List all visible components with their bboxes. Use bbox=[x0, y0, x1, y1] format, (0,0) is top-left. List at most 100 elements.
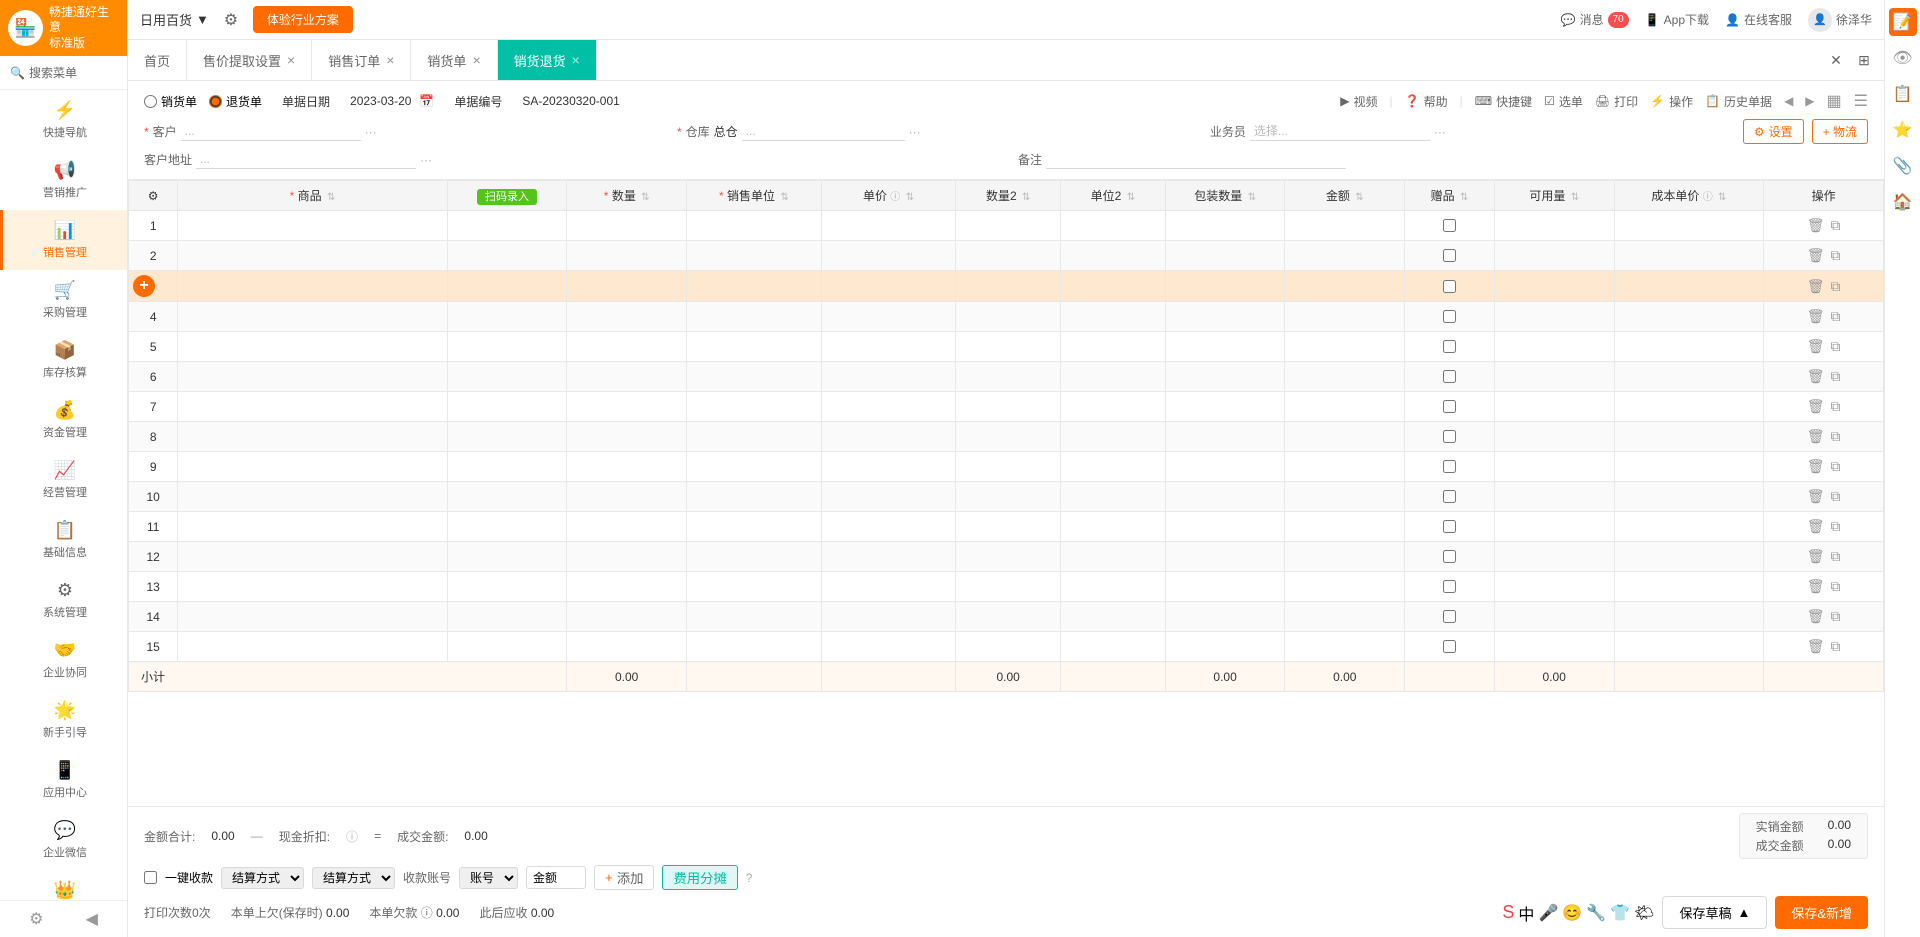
delete-icon[interactable]: 🗑 bbox=[1807, 278, 1825, 295]
experience-btn[interactable]: 体验行业方案 bbox=[253, 6, 353, 33]
tab-sales-delivery[interactable]: 销货单 × bbox=[411, 40, 497, 80]
right-sidebar-btn-6[interactable]: 🏠 bbox=[1889, 188, 1917, 216]
right-sidebar-btn-1[interactable]: 📝 bbox=[1889, 8, 1917, 36]
toolbar-help[interactable]: ❓ 帮助 bbox=[1405, 93, 1448, 110]
topbar-settings-btn[interactable]: ⚙ bbox=[217, 6, 245, 34]
tab-close-sales-delivery[interactable]: × bbox=[472, 52, 480, 68]
delete-icon[interactable]: 🗑 bbox=[1807, 398, 1825, 415]
gift-checkbox[interactable] bbox=[1443, 520, 1456, 533]
delete-icon[interactable]: 🗑 bbox=[1807, 578, 1825, 595]
sidebar-search[interactable]: 🔍 搜索菜单 bbox=[0, 56, 127, 90]
product-input-row3[interactable] bbox=[184, 279, 440, 293]
gift-checkbox[interactable] bbox=[1443, 550, 1456, 563]
tab-sales-order[interactable]: 销售订单 × bbox=[312, 40, 411, 80]
collapse-btn[interactable]: ◀ bbox=[86, 909, 98, 929]
right-sidebar-btn-5[interactable]: 📎 bbox=[1889, 152, 1917, 180]
gift-checkbox[interactable] bbox=[1443, 610, 1456, 623]
sidebar-item-sales[interactable]: 📊 销售管理 bbox=[0, 210, 127, 270]
fee-help[interactable]: ? bbox=[746, 871, 753, 885]
copy-icon[interactable]: ⧉ bbox=[1830, 488, 1840, 505]
tab-close-sale-price[interactable]: × bbox=[287, 52, 295, 68]
sort-gift[interactable]: ⇅ bbox=[1460, 192, 1468, 203]
logistics-btn[interactable]: + 物流 bbox=[1812, 119, 1868, 144]
toolbar-print[interactable]: 🖨 打印 bbox=[1595, 93, 1638, 110]
nav-select[interactable]: 日用百货 ▼ bbox=[140, 10, 209, 29]
settings-btn[interactable]: ⚙ 设置 bbox=[1743, 119, 1804, 144]
gift-checkbox[interactable] bbox=[1443, 400, 1456, 413]
toolbar-select[interactable]: ☑ 选单 bbox=[1544, 93, 1583, 110]
delete-icon[interactable]: 🗑 bbox=[1807, 247, 1825, 264]
tab-home[interactable]: 首页 bbox=[128, 40, 187, 80]
delete-icon[interactable]: 🗑 bbox=[1807, 458, 1825, 475]
delete-icon[interactable]: 🗑 bbox=[1807, 518, 1825, 535]
gift-checkbox[interactable] bbox=[1443, 310, 1456, 323]
one-click-payment-checkbox[interactable] bbox=[144, 871, 157, 884]
sidebar-item-wechat[interactable]: 💬 企业微信 bbox=[0, 810, 127, 870]
sort-qty2[interactable]: ⇅ bbox=[1022, 192, 1030, 203]
copy-icon[interactable]: ⧉ bbox=[1830, 458, 1840, 475]
discount-help[interactable]: ⓘ bbox=[346, 828, 358, 845]
staff-input[interactable] bbox=[1250, 122, 1430, 141]
list-view-btn[interactable]: ☰ bbox=[1854, 91, 1868, 111]
sidebar-item-inventory[interactable]: 📦 库存核算 bbox=[0, 330, 127, 390]
calendar-icon[interactable]: 📅 bbox=[419, 94, 434, 108]
account-type-select[interactable]: 结算方式 bbox=[312, 867, 395, 889]
radio-sale-delivery[interactable]: 销货单 bbox=[144, 93, 197, 110]
add-row-btn[interactable]: + bbox=[133, 275, 155, 297]
delete-icon[interactable]: 🗑 bbox=[1807, 488, 1825, 505]
grid-view-btn[interactable]: ▦ bbox=[1827, 91, 1842, 111]
sort-cost[interactable]: ⇅ bbox=[1718, 192, 1726, 203]
amount-field[interactable]: 金额 bbox=[526, 866, 586, 889]
toolbar-video[interactable]: ▶ 视频 bbox=[1340, 93, 1377, 110]
delete-icon[interactable]: 🗑 bbox=[1807, 217, 1825, 234]
tab-sales-return[interactable]: 销货退货 × bbox=[498, 40, 597, 80]
copy-icon[interactable]: ⧉ bbox=[1830, 368, 1840, 385]
settings-bottom-btn[interactable]: ⚙ bbox=[29, 909, 43, 929]
copy-icon[interactable]: ⧉ bbox=[1830, 428, 1840, 445]
sort-qty[interactable]: ⇅ bbox=[641, 192, 649, 203]
delete-icon[interactable]: 🗑 bbox=[1807, 638, 1825, 655]
sidebar-item-operations[interactable]: 📈 经营管理 bbox=[0, 450, 127, 510]
fee-split-btn[interactable]: 费用分摊 bbox=[662, 865, 737, 890]
sidebar-item-shortcut[interactable]: ⚡ 快捷导航 bbox=[0, 90, 127, 150]
gift-checkbox[interactable] bbox=[1443, 490, 1456, 503]
warehouse-input[interactable] bbox=[742, 122, 905, 141]
sort-price[interactable]: ⇅ bbox=[906, 192, 914, 203]
right-sidebar-btn-3[interactable]: 📋 bbox=[1889, 80, 1917, 108]
sidebar-item-basic[interactable]: 📋 基础信息 bbox=[0, 510, 127, 570]
delete-icon[interactable]: 🗑 bbox=[1807, 428, 1825, 445]
delete-icon[interactable]: 🗑 bbox=[1807, 308, 1825, 325]
gift-checkbox[interactable] bbox=[1443, 280, 1456, 293]
payment-method-select[interactable]: 结算方式 bbox=[221, 867, 304, 889]
account-select[interactable]: 账号 bbox=[459, 867, 518, 889]
warehouse-dots[interactable]: ··· bbox=[909, 125, 921, 139]
toolbar-history[interactable]: 📋 历史单据 bbox=[1705, 93, 1772, 110]
toolbar-shortcuts[interactable]: ⌨ 快捷键 bbox=[1475, 93, 1532, 110]
copy-icon[interactable]: ⧉ bbox=[1830, 578, 1840, 595]
gift-checkbox[interactable] bbox=[1443, 430, 1456, 443]
copy-icon[interactable]: ⧉ bbox=[1830, 608, 1840, 625]
add-payment-btn[interactable]: + 添加 bbox=[594, 865, 654, 890]
copy-icon[interactable]: ⧉ bbox=[1830, 247, 1840, 264]
sidebar-item-purchase[interactable]: 🛒 采购管理 bbox=[0, 270, 127, 330]
tab-sale-price[interactable]: 售价提取设置 × bbox=[187, 40, 312, 80]
gift-checkbox[interactable] bbox=[1443, 249, 1456, 262]
staff-dots[interactable]: ··· bbox=[1434, 125, 1446, 139]
gift-checkbox[interactable] bbox=[1443, 340, 1456, 353]
sort-avail[interactable]: ⇅ bbox=[1571, 192, 1579, 203]
copy-icon[interactable]: ⧉ bbox=[1830, 638, 1840, 655]
sort-unit[interactable]: ⇅ bbox=[780, 192, 788, 203]
gift-checkbox[interactable] bbox=[1443, 460, 1456, 473]
gift-checkbox[interactable] bbox=[1443, 640, 1456, 653]
gift-checkbox[interactable] bbox=[1443, 580, 1456, 593]
delete-icon[interactable]: 🗑 bbox=[1807, 548, 1825, 565]
gift-checkbox[interactable] bbox=[1443, 219, 1456, 232]
gift-checkbox[interactable] bbox=[1443, 370, 1456, 383]
copy-icon[interactable]: ⧉ bbox=[1830, 548, 1840, 565]
col-scan[interactable]: 扫码录入 bbox=[447, 181, 567, 211]
copy-icon[interactable]: ⧉ bbox=[1830, 217, 1840, 234]
nav-next[interactable]: ▶ bbox=[1805, 94, 1814, 108]
right-sidebar-btn-2[interactable]: 👁 bbox=[1889, 44, 1917, 72]
gear-icon[interactable]: ⚙ bbox=[148, 189, 159, 203]
right-sidebar-btn-4[interactable]: ⭐ bbox=[1889, 116, 1917, 144]
